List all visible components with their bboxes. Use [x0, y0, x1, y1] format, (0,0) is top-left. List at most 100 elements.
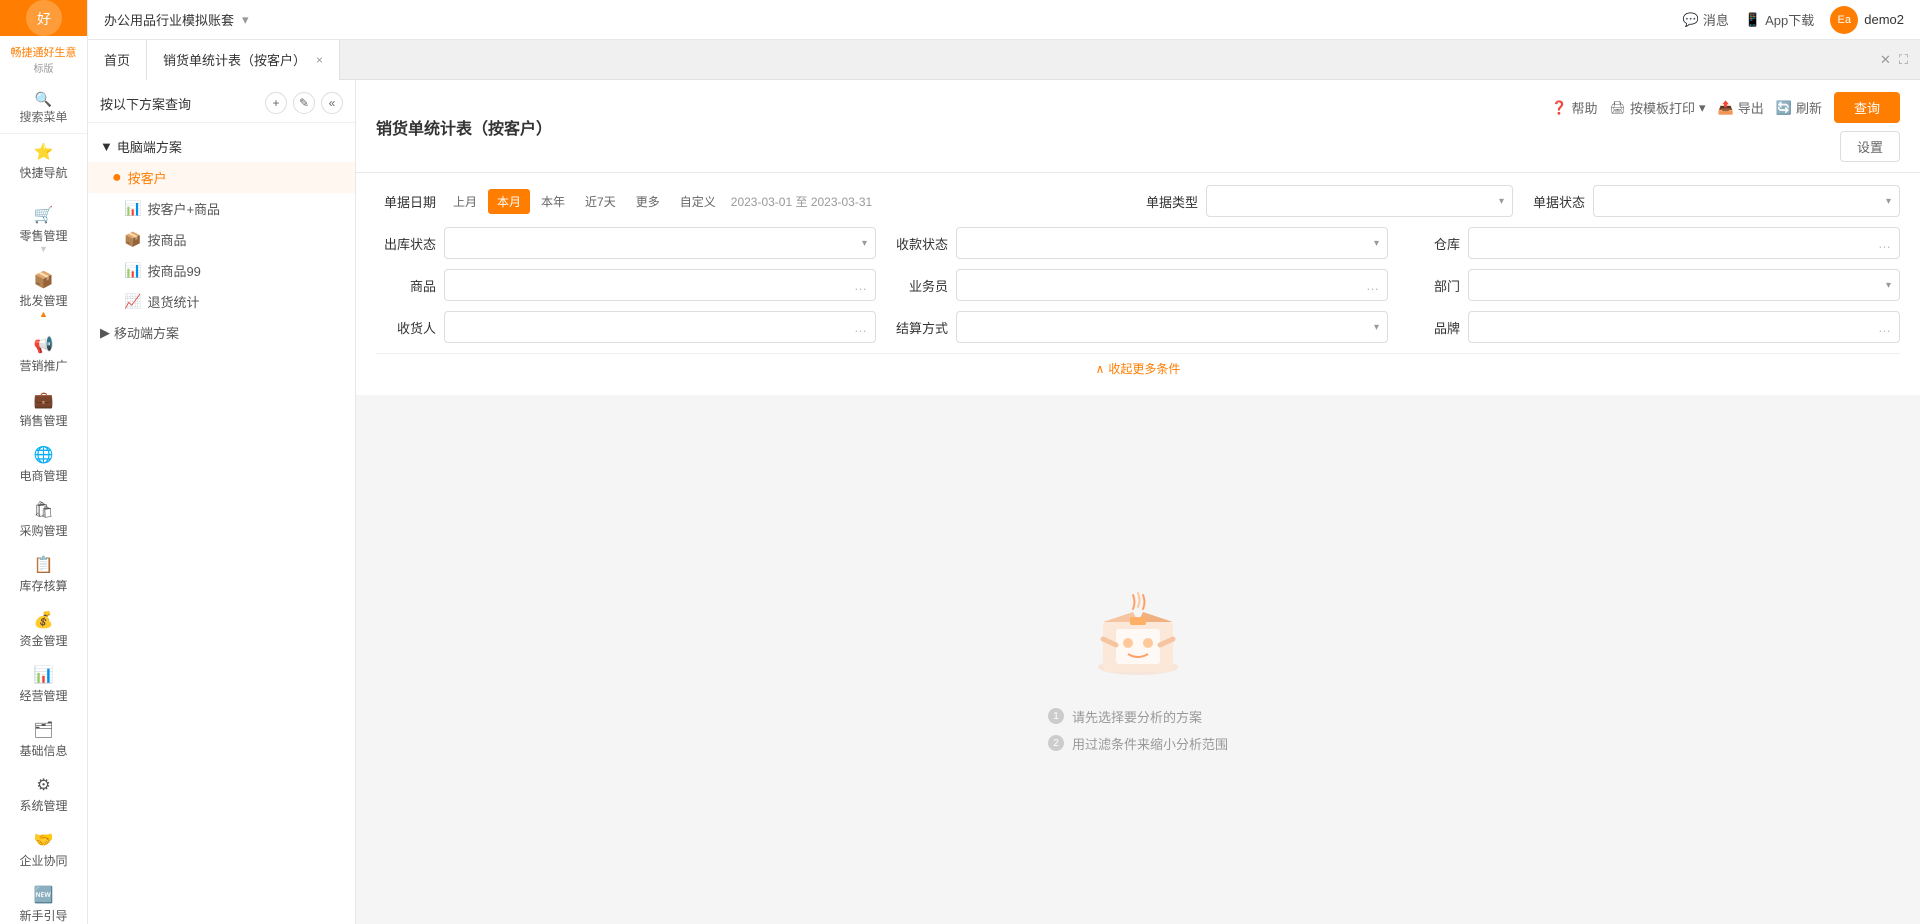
message-icon: 💬 [1683, 12, 1699, 28]
collapse-filter-button[interactable]: ∧ 收起更多条件 [376, 353, 1900, 383]
chart-icon: 📊 [124, 200, 141, 217]
add-scheme-button[interactable]: + [265, 92, 287, 114]
filter-salesperson: 业务员 … [888, 269, 1388, 301]
sidebar-item-marketing[interactable]: 📢 营销推广 [0, 327, 87, 382]
payment-method-select[interactable]: ▾ [956, 311, 1388, 343]
date-tab-this-year[interactable]: 本年 [532, 189, 574, 214]
sidebar-item-purchase[interactable]: 🛍 采购管理 [0, 492, 87, 547]
scheme-by-customer[interactable]: ● 按客户 [88, 162, 355, 193]
tip-text-1: 请先选择要分析的方案 [1072, 707, 1202, 726]
date-tab-last7[interactable]: 近7天 [576, 189, 625, 214]
query-button[interactable]: 查询 [1834, 92, 1900, 123]
tip-num-1: 1 [1048, 708, 1064, 724]
tab-close-button[interactable]: × [316, 53, 323, 67]
top-actions: ❓ 帮助 🖨 按模板打印 ▾ 📤 导出 [1551, 92, 1900, 123]
mobile-group-label: 移动端方案 [114, 323, 179, 342]
sidebar-item-cooperation[interactable]: 🤝 企业协同 [0, 822, 87, 877]
out-status-select[interactable]: ▾ [444, 227, 876, 259]
filter-receiver: 收货人 … [376, 311, 876, 343]
tab-home[interactable]: 首页 [88, 40, 147, 80]
sidebar-item-retail[interactable]: 🛒 零售管理 ▼ [0, 197, 87, 262]
return-icon: 📈 [124, 293, 141, 310]
scheme-return-stats[interactable]: 📈 退货统计 [88, 286, 355, 317]
warehouse-select[interactable]: … [1468, 227, 1900, 259]
scheme-customer-product[interactable]: 📊 按客户+商品 [88, 193, 355, 224]
date-tab-custom[interactable]: 自定义 [671, 189, 725, 214]
home-tab-label: 首页 [104, 50, 130, 69]
date-tab-this-month[interactable]: 本月 [488, 189, 530, 214]
maximize-window-icon[interactable]: ⛶ [1899, 52, 1908, 68]
sidebar-logo-label: 畅捷通好生意 标版 [0, 36, 87, 83]
salesperson-label: 业务员 [888, 276, 948, 295]
industry-dropdown-icon[interactable]: ▾ [242, 12, 249, 28]
brand-select[interactable]: … [1468, 311, 1900, 343]
customer-icon: ● [112, 169, 122, 187]
download-icon: 📱 [1745, 12, 1761, 28]
department-select[interactable]: ▾ [1468, 269, 1900, 301]
warehouse-dots-icon: … [1878, 236, 1891, 251]
content-area: 按以下方案查询 + ✎ « ▼ 电脑端方案 [88, 80, 1920, 924]
empty-illustration [1078, 567, 1198, 687]
scheme-product99[interactable]: 📊 按商品99 [88, 255, 355, 286]
user-profile[interactable]: Ea demo2 [1830, 6, 1904, 34]
salesperson-dots-icon: … [1366, 278, 1379, 293]
topbar: 办公用品行业模拟账套 ▾ 💬 消息 📱 App下载 Ea demo2 [88, 0, 1920, 40]
product-select[interactable]: … [444, 269, 876, 301]
username-label: demo2 [1864, 12, 1904, 27]
filter-order-type: 单据类型 ▾ [1138, 185, 1513, 217]
tip-num-2: 2 [1048, 735, 1064, 751]
date-tab-last-month[interactable]: 上月 [444, 189, 486, 214]
filter-payment-method: 结算方式 ▾ [888, 311, 1388, 343]
collapse-panel-button[interactable]: « [321, 92, 343, 114]
print-button[interactable]: 🖨 按模板打印 ▾ [1610, 98, 1706, 117]
department-label: 部门 [1400, 276, 1460, 295]
date-label: 单据日期 [376, 192, 436, 211]
page-title: 销货单统计表（按客户） [376, 115, 552, 139]
desktop-group-header[interactable]: ▼ 电脑端方案 [88, 131, 355, 162]
product-icon: 📦 [124, 231, 141, 248]
product99-icon: 📊 [124, 262, 141, 279]
setting-button[interactable]: 设置 [1840, 131, 1900, 162]
sidebar-item-ecommerce[interactable]: 🌐 电商管理 [0, 437, 87, 492]
payment-status-dropdown-icon: ▾ [1374, 238, 1379, 249]
payment-status-select[interactable]: ▾ [956, 227, 1388, 259]
print-dropdown-icon: ▾ [1699, 100, 1706, 116]
help-button[interactable]: ❓ 帮助 [1551, 98, 1597, 117]
empty-tip-2: 2 用过滤条件来缩小分析范围 [1048, 734, 1228, 753]
sidebar-item-basic[interactable]: 🗂 基础信息 [0, 712, 87, 767]
logo-svg: 好 [26, 0, 62, 36]
filter-out-status: 出库状态 ▾ [376, 227, 876, 259]
filter-row-3: 商品 … 业务员 … 部门 [376, 269, 1900, 301]
receiver-dots-icon: … [854, 320, 867, 335]
sidebar-item-sales[interactable]: 💼 销售管理 [0, 382, 87, 437]
order-type-dropdown-icon: ▾ [1499, 196, 1504, 207]
order-status-select[interactable]: ▾ [1593, 185, 1900, 217]
close-window-icon[interactable]: ✕ [1880, 52, 1891, 68]
refresh-button[interactable]: 🔄 刷新 [1776, 98, 1822, 117]
sidebar-item-finance[interactable]: 💰 资金管理 [0, 602, 87, 657]
sidebar-item-shortcut[interactable]: ⭐ 快捷导航 [0, 134, 87, 189]
salesperson-select[interactable]: … [956, 269, 1388, 301]
order-type-select[interactable]: ▾ [1206, 185, 1513, 217]
warehouse-label: 仓库 [1400, 234, 1460, 253]
search-menu[interactable]: 🔍 搜索菜单 [0, 83, 87, 134]
refresh-icon: 🔄 [1776, 100, 1792, 116]
message-button[interactable]: 💬 消息 [1683, 10, 1729, 29]
mobile-group[interactable]: ▶ 移动端方案 [88, 317, 355, 348]
filter-warehouse: 仓库 … [1400, 227, 1900, 259]
sidebar-item-guide[interactable]: 🆕 新手引导 [0, 877, 87, 924]
left-panel: 按以下方案查询 + ✎ « ▼ 电脑端方案 [88, 80, 356, 924]
sidebar-item-operation[interactable]: 📊 经营管理 [0, 657, 87, 712]
tab-sales-stats[interactable]: 销货单统计表（按客户） × [147, 40, 340, 80]
sidebar-item-inventory[interactable]: 📋 库存核算 [0, 547, 87, 602]
filter-payment-status: 收款状态 ▾ [888, 227, 1388, 259]
export-button[interactable]: 📤 导出 [1718, 98, 1764, 117]
scheme-by-product[interactable]: 📦 按商品 [88, 224, 355, 255]
sidebar-item-wholesale[interactable]: 📦 批发管理 ▲ [0, 262, 87, 327]
app-download-button[interactable]: 📱 App下载 [1745, 10, 1814, 29]
receiver-select[interactable]: … [444, 311, 876, 343]
tabbar: 首页 销货单统计表（按客户） × ✕ ⛶ [88, 40, 1920, 80]
sidebar-item-system[interactable]: ⚙ 系统管理 [0, 767, 87, 822]
edit-scheme-button[interactable]: ✎ [293, 92, 315, 114]
date-tab-more[interactable]: 更多 [627, 189, 669, 214]
